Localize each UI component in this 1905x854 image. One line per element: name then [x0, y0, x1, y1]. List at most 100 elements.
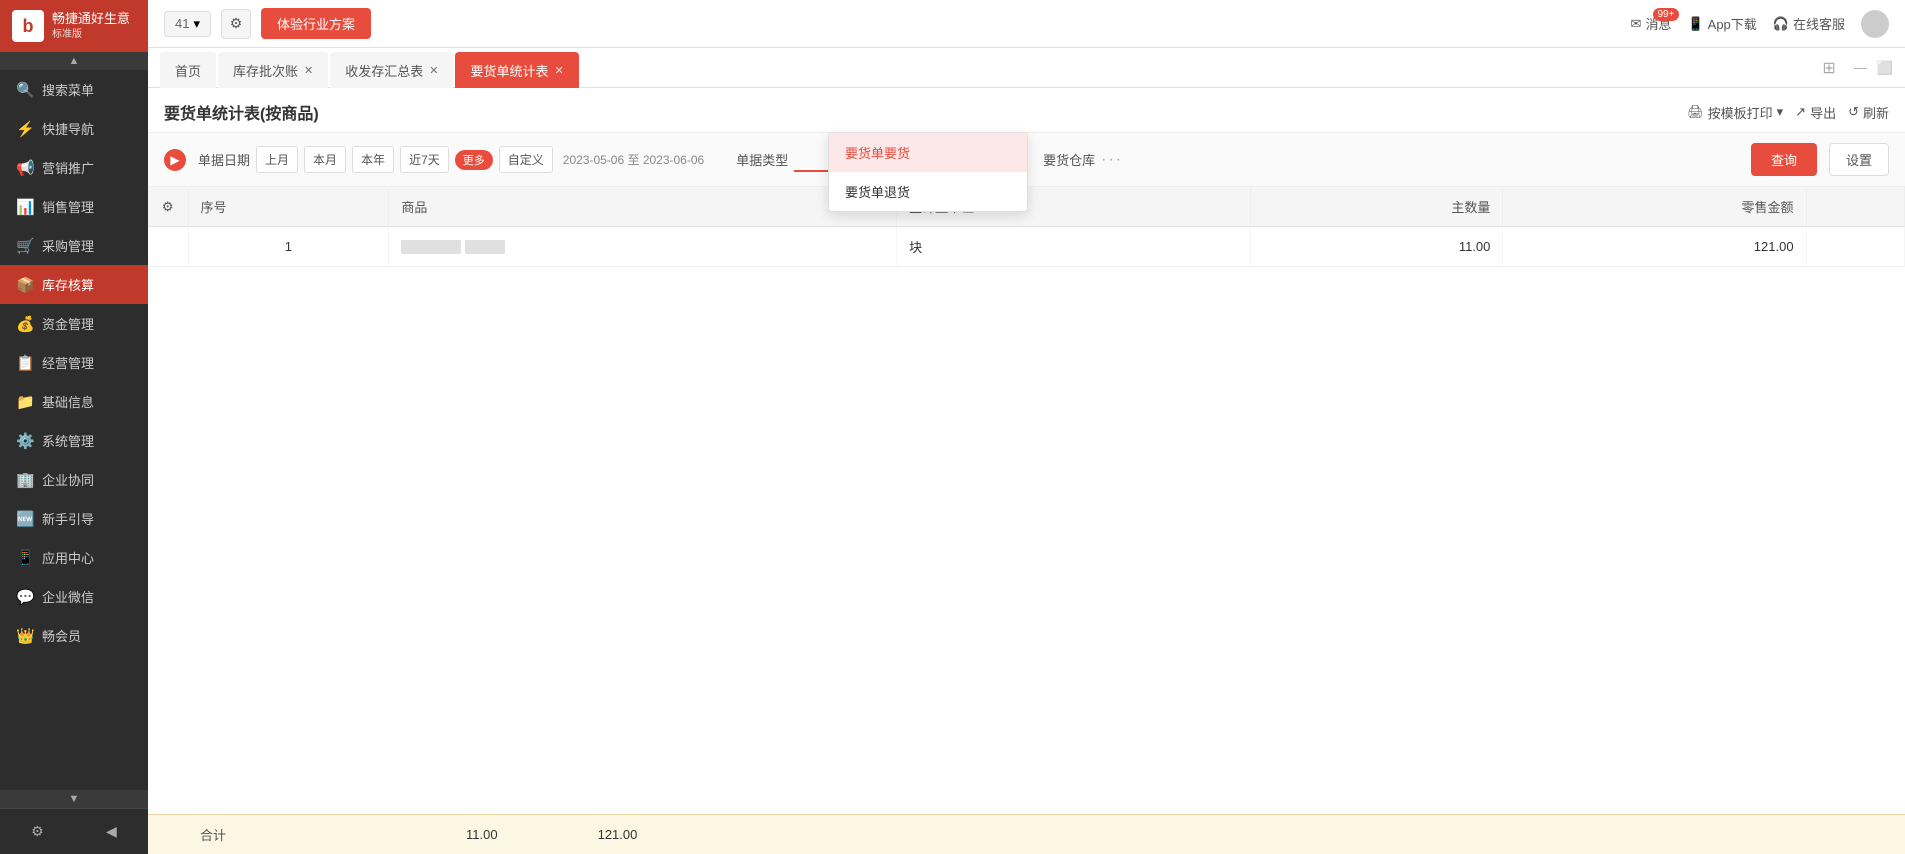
cell-product [389, 227, 897, 267]
sidebar-item-member[interactable]: 👑 畅会员 [0, 616, 148, 655]
sidebar-bottom: ⚙ ◀ [0, 808, 148, 854]
sidebar-item-marketing[interactable]: 📢 营销推广 [0, 148, 148, 187]
sidebar-item-system[interactable]: ⚙️ 系统管理 [0, 421, 148, 460]
sidebar-item-quick-nav[interactable]: ⚡ 快捷导航 [0, 109, 148, 148]
sidebar-scroll-down[interactable]: ▼ [0, 790, 148, 808]
footer-qty: 11.00 [466, 827, 498, 842]
tab-batch-account[interactable]: 库存批次账 ✕ [218, 52, 328, 88]
type-filter-label: 单据类型 [736, 150, 788, 169]
lightning-icon: ⚡ [16, 120, 34, 138]
cell-settings [148, 227, 188, 267]
tab-label: 要货单统计表 [470, 61, 548, 80]
this-year-btn[interactable]: 本年 [352, 146, 394, 173]
cell-unit: 块 [897, 227, 1251, 267]
window-minimize-button[interactable]: — [1854, 60, 1867, 75]
filter-settings-button[interactable]: 设置 [1829, 143, 1889, 176]
date-more-btn[interactable]: 更多 [455, 150, 493, 170]
sidebar-item-guide[interactable]: 🆕 新手引导 [0, 499, 148, 538]
tab-close-icon[interactable]: ✕ [304, 64, 313, 77]
tab-bar: 首页 库存批次账 ✕ 收发存汇总表 ✕ 要货单统计表 ✕ ⊞ — ⬜ [148, 48, 1905, 88]
this-month-btn[interactable]: 本月 [304, 146, 346, 173]
user-avatar[interactable] [1861, 10, 1889, 38]
tab-order-stats[interactable]: 要货单统计表 ✕ [455, 52, 578, 88]
filter-expand-toggle[interactable]: ▶ [164, 149, 186, 171]
sidebar-item-label: 资金管理 [42, 314, 94, 333]
store-selector[interactable]: 41 ▾ [164, 11, 211, 37]
app-center-icon: 📱 [16, 549, 34, 567]
dropdown-item-order-goods[interactable]: 要货单要货 [829, 133, 1027, 172]
message-icon: ✉ [1631, 16, 1642, 32]
refresh-icon: ↺ [1848, 104, 1859, 120]
sidebar-item-search[interactable]: 🔍 搜索菜单 [0, 70, 148, 109]
window-maximize-button[interactable]: ⬜ [1877, 60, 1893, 76]
refresh-label: 刷新 [1863, 103, 1889, 122]
sidebar-item-label: 搜索菜单 [42, 80, 94, 99]
col-extra [1806, 187, 1904, 227]
marketing-icon: 📢 [16, 159, 34, 177]
tab-close-icon[interactable]: ✕ [429, 64, 438, 77]
system-icon: ⚙️ [16, 432, 34, 450]
refresh-button[interactable]: ↺ 刷新 [1848, 103, 1889, 122]
sidebar-item-operations[interactable]: 📋 经营管理 [0, 343, 148, 382]
dropdown-item-order-return[interactable]: 要货单退货 [829, 172, 1027, 211]
sidebar-settings-btn[interactable]: ⚙ [25, 817, 50, 846]
print-template-button[interactable]: 🖨 按模板打印 ▾ [1687, 103, 1783, 122]
sidebar-collapse-btn[interactable]: ◀ [100, 817, 123, 846]
warehouse-filter-label: 要货仓库 [1043, 150, 1095, 169]
print-icon: 🖨 [1687, 104, 1704, 120]
search-icon: 🔍 [16, 81, 34, 99]
trial-industry-button[interactable]: 体验行业方案 [261, 8, 371, 39]
export-label: 导出 [1810, 103, 1836, 122]
sidebar-item-label: 采购管理 [42, 236, 94, 255]
sidebar-item-sales[interactable]: 📊 销售管理 [0, 187, 148, 226]
gear-button[interactable]: ⚙ [221, 9, 251, 39]
sidebar-item-label: 畅会员 [42, 626, 81, 645]
print-dropdown-icon[interactable]: ▾ [1777, 104, 1784, 120]
top-bar-left: 41 ▾ ⚙ 体验行业方案 [164, 8, 1619, 39]
export-button[interactable]: ↗ 导出 [1795, 103, 1836, 122]
page-title: 要货单统计表(按商品) [164, 100, 319, 124]
sidebar-item-purchase[interactable]: 🛒 采购管理 [0, 226, 148, 265]
page-header: 要货单统计表(按商品) 🖨 按模板打印 ▾ ↗ 导出 ↺ 刷新 [148, 88, 1905, 133]
sidebar-item-enterprise[interactable]: 🏢 企业协同 [0, 460, 148, 499]
sidebar-item-app-center[interactable]: 📱 应用中心 [0, 538, 148, 577]
online-service-button[interactable]: 🎧 在线客服 [1773, 14, 1845, 33]
sidebar-item-basic[interactable]: 📁 基础信息 [0, 382, 148, 421]
last-month-btn[interactable]: 上月 [256, 146, 298, 173]
col-product: 商品 [389, 187, 897, 227]
messages-button[interactable]: ✉ 消息 99+ [1631, 14, 1672, 33]
tab-dispatch-summary[interactable]: 收发存汇总表 ✕ [330, 52, 453, 88]
sidebar-item-label: 企业协同 [42, 470, 94, 489]
app-download-button[interactable]: 📱 App下载 [1687, 14, 1756, 33]
col-qty: 主数量 [1251, 187, 1503, 227]
last-7-days-btn[interactable]: 近7天 [400, 146, 449, 173]
tab-home[interactable]: 首页 [160, 52, 216, 88]
cell-extra [1806, 227, 1904, 267]
member-icon: 👑 [16, 627, 34, 645]
headset-icon: 🎧 [1773, 16, 1789, 32]
cell-amount: 121.00 [1503, 227, 1806, 267]
app-download-label: App下载 [1708, 14, 1757, 33]
online-service-label: 在线客服 [1793, 14, 1845, 33]
footer-amount: 121.00 [598, 827, 638, 842]
sidebar-item-finance[interactable]: 💰 资金管理 [0, 304, 148, 343]
sidebar-item-label: 库存核算 [42, 275, 94, 294]
sidebar-scroll-up[interactable]: ▲ [0, 52, 148, 70]
sidebar-item-wechat[interactable]: 💬 企业微信 [0, 577, 148, 616]
cell-qty: 11.00 [1251, 227, 1503, 267]
query-button[interactable]: 查询 [1751, 143, 1817, 176]
sidebar-item-label: 基础信息 [42, 392, 94, 411]
sidebar-item-label: 系统管理 [42, 431, 94, 450]
tab-expand-button[interactable]: ⊞ [1814, 58, 1843, 78]
warehouse-more-icon[interactable]: ··· [1101, 151, 1123, 169]
sidebar-item-label: 销售管理 [42, 197, 94, 216]
date-range-text: 2023-05-06 至 2023-06-06 [563, 151, 704, 168]
sidebar-title: 畅捷通好生意 标准版 [52, 11, 130, 41]
custom-date-btn[interactable]: 自定义 [499, 146, 553, 173]
product-cell [401, 240, 884, 254]
col-settings[interactable]: ⚙ [148, 187, 188, 227]
tab-close-icon[interactable]: ✕ [555, 64, 564, 77]
sidebar-item-label: 应用中心 [42, 548, 94, 567]
table-footer: 合计 11.00 121.00 [148, 814, 1905, 854]
sidebar-item-inventory[interactable]: 📦 库存核算 [0, 265, 148, 304]
